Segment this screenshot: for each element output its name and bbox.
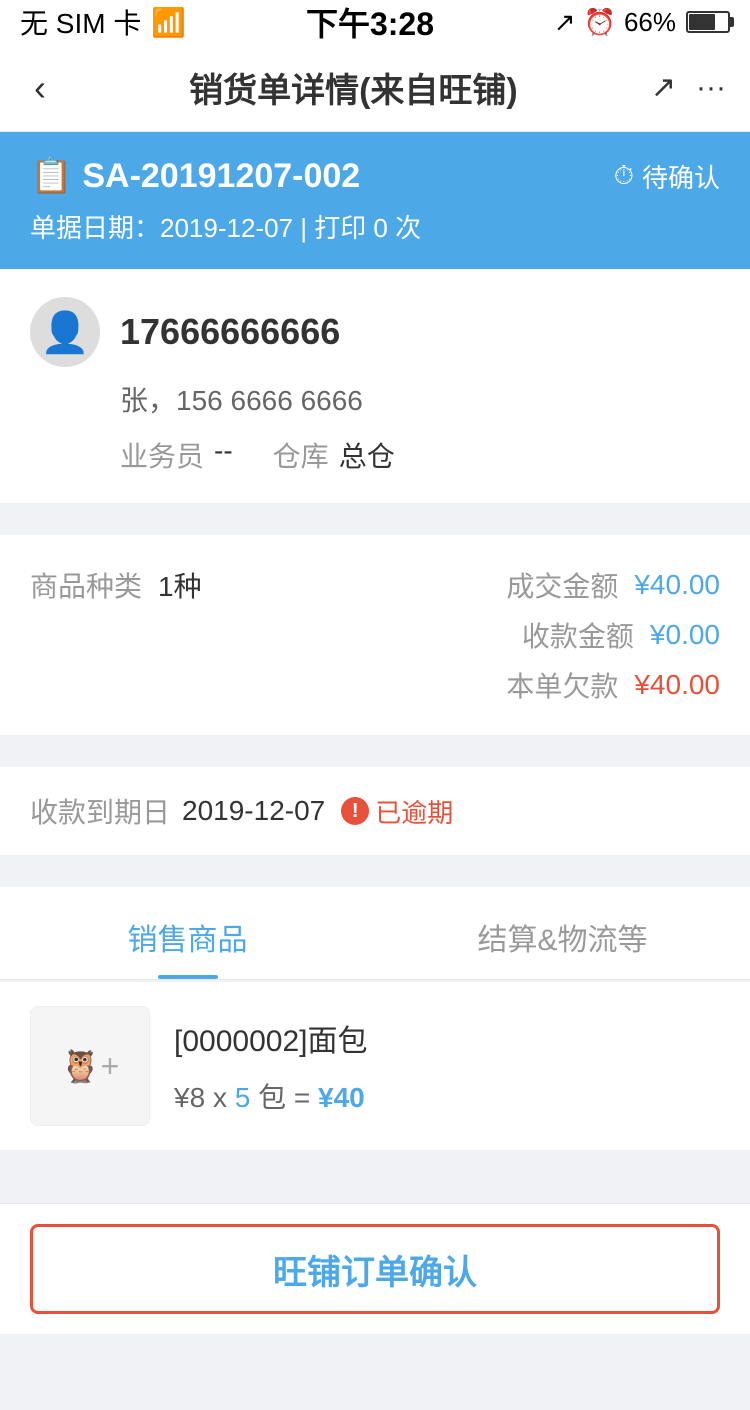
amount-label: 成交金额 <box>506 565 618 605</box>
salesperson-label: 业务员 <box>120 435 204 475</box>
order-header-row: 📋 SA-20191207-002 ⏱ 待确认 <box>30 156 720 196</box>
status-carrier: 无 SIM 卡 📶 <box>20 2 186 42</box>
order-id: 📋 SA-20191207-002 <box>30 156 360 196</box>
tab-settlement[interactable]: 结算&物流等 <box>375 887 750 979</box>
product-unit: 包 <box>258 1082 286 1113</box>
product-card: 🦉+ [0000002]面包 ¥8 x 5 包 = ¥40 <box>0 982 750 1150</box>
amount-summary: 成交金额 ¥40.00 收款金额 ¥0.00 本单欠款 ¥40.00 <box>506 565 720 705</box>
avatar: 👤 <box>30 297 100 367</box>
nav-bar: ‹ 销货单详情(来自旺铺) ↗ ··· <box>0 44 750 132</box>
received-value: ¥0.00 <box>650 619 720 651</box>
product-unit-price: ¥8 <box>174 1082 205 1113</box>
confirm-order-button[interactable]: 旺铺订单确认 <box>30 1224 720 1314</box>
amount-value: ¥40.00 <box>634 569 720 601</box>
more-icon[interactable]: ··· <box>696 71 726 105</box>
divider-2 <box>0 751 750 767</box>
received-label: 收款金额 <box>522 615 634 655</box>
received-row: 收款金额 ¥0.00 <box>522 615 720 655</box>
tabs-container: 销售商品 结算&物流等 <box>0 887 750 980</box>
status-right: ↗ ⏰ 66% <box>554 7 730 38</box>
debt-row: 本单欠款 ¥40.00 <box>506 665 720 705</box>
nav-actions: ↗ ··· <box>651 70 726 105</box>
header-card: 📋 SA-20191207-002 ⏱ 待确认 单据日期：2019-12-07 … <box>0 132 750 269</box>
goods-type: 商品种类 1种 <box>30 565 202 605</box>
product-name: [0000002]面包 <box>174 1016 720 1060</box>
customer-row: 👤 17666666666 <box>30 297 720 367</box>
due-date-card: 收款到期日 2019-12-07 ! 已逾期 <box>0 767 750 855</box>
order-icon: 📋 <box>30 156 72 196</box>
customer-card: 👤 17666666666 张，156 6666 6666 业务员 -- 仓库 … <box>0 269 750 503</box>
status-time: 下午3:28 <box>306 0 434 45</box>
wifi-icon: 📶 <box>151 6 186 39</box>
customer-phone: 17666666666 <box>120 311 340 353</box>
product-price: ¥8 x 5 包 = ¥40 <box>174 1076 720 1116</box>
product-image: 🦉+ <box>30 1006 150 1126</box>
divider-1 <box>0 519 750 535</box>
tab-sales[interactable]: 销售商品 <box>0 887 375 979</box>
product-total: ¥40 <box>318 1082 365 1113</box>
overdue-text: 已逾期 <box>375 793 453 830</box>
page-title: 销货单详情(来自旺铺) <box>189 63 518 112</box>
product-info: [0000002]面包 ¥8 x 5 包 = ¥40 <box>174 1016 720 1116</box>
battery-percent: 66% <box>624 7 676 38</box>
order-date: 单据日期：2019-12-07 | 打印 0 次 <box>30 208 720 245</box>
goods-type-label: 商品种类 <box>30 565 142 605</box>
summary-card: 商品种类 1种 成交金额 ¥40.00 收款金额 ¥0.00 本单欠款 ¥40.… <box>0 535 750 735</box>
alarm-icon: ⏰ <box>584 7 616 38</box>
product-logo-icon: 🦉+ <box>61 1047 120 1085</box>
order-status: ⏱ 待确认 <box>614 158 720 195</box>
back-button[interactable]: ‹ <box>24 57 56 119</box>
goods-type-value: 1种 <box>158 565 202 605</box>
product-qty: 5 <box>235 1082 251 1113</box>
battery-icon <box>686 11 730 33</box>
customer-name: 张，156 6666 6666 <box>120 379 720 419</box>
warehouse-value: 总仓 <box>339 435 395 475</box>
warehouse-label: 仓库 <box>273 435 329 475</box>
bottom-bar: 旺铺订单确认 <box>0 1203 750 1334</box>
divider-3 <box>0 871 750 887</box>
salesperson-value: -- <box>214 435 233 475</box>
debt-label: 本单欠款 <box>506 665 618 705</box>
amount-row: 成交金额 ¥40.00 <box>506 565 720 605</box>
customer-info-row: 业务员 -- 仓库 总仓 <box>120 435 720 475</box>
debt-value: ¥40.00 <box>634 669 720 701</box>
clock-icon: ⏱ <box>614 160 634 192</box>
due-date-value: 2019-12-07 <box>182 795 325 827</box>
summary-row: 商品种类 1种 成交金额 ¥40.00 收款金额 ¥0.00 本单欠款 ¥40.… <box>30 565 720 705</box>
overdue-icon: ! <box>341 797 369 825</box>
share-icon[interactable]: ↗ <box>651 70 676 105</box>
status-bar: 无 SIM 卡 📶 下午3:28 ↗ ⏰ 66% <box>0 0 750 44</box>
due-date-label: 收款到期日 <box>30 791 170 831</box>
overdue-badge: ! 已逾期 <box>341 793 453 830</box>
avatar-icon: 👤 <box>40 309 90 356</box>
location-icon: ↗ <box>554 7 576 38</box>
